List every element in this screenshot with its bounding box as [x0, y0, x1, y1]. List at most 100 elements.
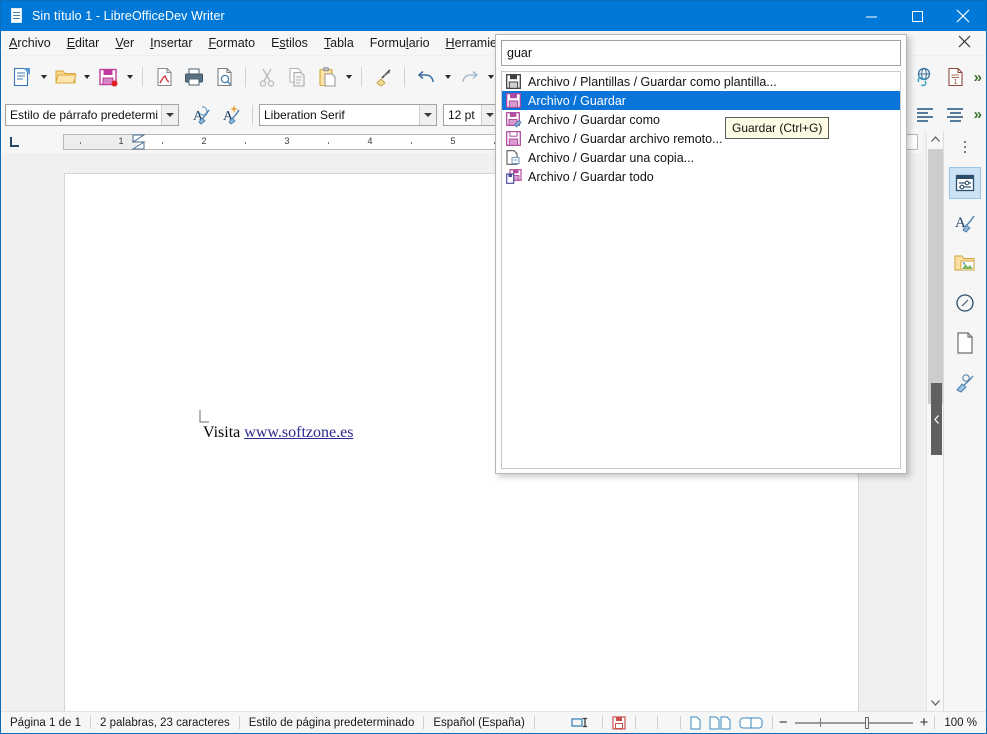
- zoom-in-button[interactable]: +: [920, 714, 929, 731]
- menu-tabla[interactable]: Tabla: [316, 33, 362, 53]
- menu-formato[interactable]: Formato: [201, 33, 264, 53]
- document-text-prefix: Visita: [203, 424, 245, 441]
- styles-icon: A: [953, 211, 977, 235]
- save-copy-icon: [505, 150, 522, 166]
- search-result-item[interactable]: Archivo / Guardar como: [502, 110, 900, 129]
- status-page-style[interactable]: Estilo de página predeterminado: [240, 717, 424, 729]
- sidebar-hide-handle[interactable]: [931, 383, 942, 455]
- new-style-icon[interactable]: A: [216, 99, 246, 131]
- search-result-item-selected[interactable]: Archivo / Guardar: [502, 91, 900, 110]
- search-result-label: Archivo / Plantillas / Guardar como plan…: [528, 74, 777, 89]
- chevron-down-icon[interactable]: [419, 104, 436, 125]
- save-remote-icon: [505, 131, 522, 147]
- search-result-label: Archivo / Guardar una copia...: [528, 150, 695, 165]
- status-language[interactable]: Español (España): [424, 717, 533, 729]
- single-page-view-icon[interactable]: [690, 716, 701, 730]
- tab-stop-icon[interactable]: [9, 136, 21, 148]
- scrollbar-thumb[interactable]: [928, 149, 943, 404]
- sidebar-more-icon[interactable]: [950, 135, 980, 159]
- paste-icon[interactable]: [312, 61, 342, 93]
- search-result-item[interactable]: Archivo / Guardar todo: [502, 167, 900, 186]
- search-input[interactable]: guar: [501, 40, 901, 66]
- close-button[interactable]: [940, 1, 986, 31]
- window-title: Sin título 1 - LibreOfficeDev Writer: [32, 9, 225, 23]
- tooltip: Guardar (Ctrl+G): [725, 117, 830, 139]
- page-number-icon[interactable]: 1: [940, 61, 970, 93]
- sidebar-style-inspector[interactable]: [949, 367, 981, 399]
- scroll-up-button[interactable]: [927, 131, 944, 148]
- book-view-icon[interactable]: [739, 716, 763, 730]
- cut-icon[interactable]: [252, 61, 282, 93]
- menu-estilos[interactable]: Estilos: [263, 33, 316, 53]
- search-result-item[interactable]: Archivo / Guardar archivo remoto...: [502, 129, 900, 148]
- paste-dropdown[interactable]: [342, 61, 355, 93]
- menu-archivo[interactable]: AArchivorchivo: [1, 33, 59, 53]
- search-result-item[interactable]: Archivo / Plantillas / Guardar como plan…: [502, 72, 900, 91]
- search-results-list[interactable]: Archivo / Plantillas / Guardar como plan…: [501, 71, 901, 469]
- undo-dropdown[interactable]: [441, 61, 454, 93]
- toolbar-separator: [142, 67, 143, 87]
- new-document-dropdown[interactable]: [37, 61, 50, 93]
- save-dropdown[interactable]: [123, 61, 136, 93]
- selection-mode-icon[interactable]: [562, 716, 602, 729]
- menu-editar[interactable]: Editar: [59, 33, 108, 53]
- save-icon[interactable]: [93, 61, 123, 93]
- update-style-icon[interactable]: A: [186, 99, 216, 131]
- libreoffice-writer-window: Sin título 1 - LibreOfficeDev Writer AAr…: [0, 0, 987, 734]
- chevron-down-icon[interactable]: [161, 104, 178, 125]
- sidebar-styles[interactable]: A: [949, 207, 981, 239]
- status-word-count[interactable]: 2 palabras, 23 caracteres: [91, 717, 239, 729]
- hyperlink-icon[interactable]: [910, 61, 940, 93]
- menu-ver[interactable]: Ver: [107, 33, 142, 53]
- document-hyperlink[interactable]: www.softzone.es: [244, 424, 353, 441]
- print-icon[interactable]: [179, 61, 209, 93]
- search-result-item[interactable]: Archivo / Guardar una copia...: [502, 148, 900, 167]
- paragraph-style-combo[interactable]: Estilo de párrafo predetermi: [5, 103, 179, 126]
- paragraph-style-value: Estilo de párrafo predetermi: [10, 107, 159, 122]
- save-as-template-icon: [505, 74, 522, 90]
- svg-text:1: 1: [953, 79, 957, 86]
- zoom-slider-thumb[interactable]: [864, 716, 869, 729]
- save-icon: [505, 93, 522, 109]
- export-pdf-icon[interactable]: [149, 61, 179, 93]
- minimize-button[interactable]: [848, 1, 894, 31]
- search-result-label: Archivo / Guardar todo: [528, 169, 654, 184]
- close-document-icon[interactable]: [958, 35, 976, 53]
- indent-marker-icon[interactable]: [131, 134, 146, 150]
- standard-toolbar-overflow[interactable]: »: [970, 69, 986, 86]
- align-center-icon[interactable]: [940, 99, 970, 131]
- maximize-button[interactable]: [894, 1, 940, 31]
- menu-insertar[interactable]: Insertar: [142, 33, 200, 53]
- zoom-out-button[interactable]: −: [779, 714, 788, 731]
- new-document-icon[interactable]: [7, 61, 37, 93]
- print-preview-icon[interactable]: [209, 61, 239, 93]
- zoom-slider[interactable]: − +: [773, 714, 935, 731]
- ruler-number: 5: [450, 136, 456, 146]
- open-file-dropdown[interactable]: [80, 61, 93, 93]
- font-name-combo[interactable]: Liberation Serif: [259, 103, 437, 126]
- multi-page-view-icon[interactable]: [709, 716, 731, 730]
- open-file-icon[interactable]: [50, 61, 80, 93]
- menu-formulario[interactable]: Formulario: [362, 33, 438, 53]
- sidebar-navigator[interactable]: [949, 287, 981, 319]
- unsaved-changes-icon[interactable]: [603, 715, 635, 730]
- scroll-down-button[interactable]: [927, 694, 944, 711]
- redo-icon[interactable]: [454, 61, 484, 93]
- copy-icon[interactable]: [282, 61, 312, 93]
- align-left-icon[interactable]: [910, 99, 940, 131]
- page-icon: [955, 331, 975, 355]
- ruler-number: 1: [118, 136, 124, 146]
- sidebar-gallery[interactable]: [949, 247, 981, 279]
- ruler-number: 4: [367, 136, 373, 146]
- document-text[interactable]: Visita www.softzone.es: [203, 424, 353, 442]
- sidebar-properties[interactable]: [949, 167, 981, 199]
- toolbar-separator: [252, 104, 253, 125]
- formatting-toolbar-overflow[interactable]: »: [970, 106, 986, 123]
- status-page[interactable]: Página 1 de 1: [1, 717, 90, 729]
- undo-icon[interactable]: [411, 61, 441, 93]
- font-size-combo[interactable]: 12 pt: [443, 103, 499, 126]
- sidebar-page[interactable]: [949, 327, 981, 359]
- clone-formatting-icon[interactable]: [368, 61, 398, 93]
- document-icon: [9, 8, 25, 24]
- zoom-level[interactable]: 100 %: [935, 717, 986, 729]
